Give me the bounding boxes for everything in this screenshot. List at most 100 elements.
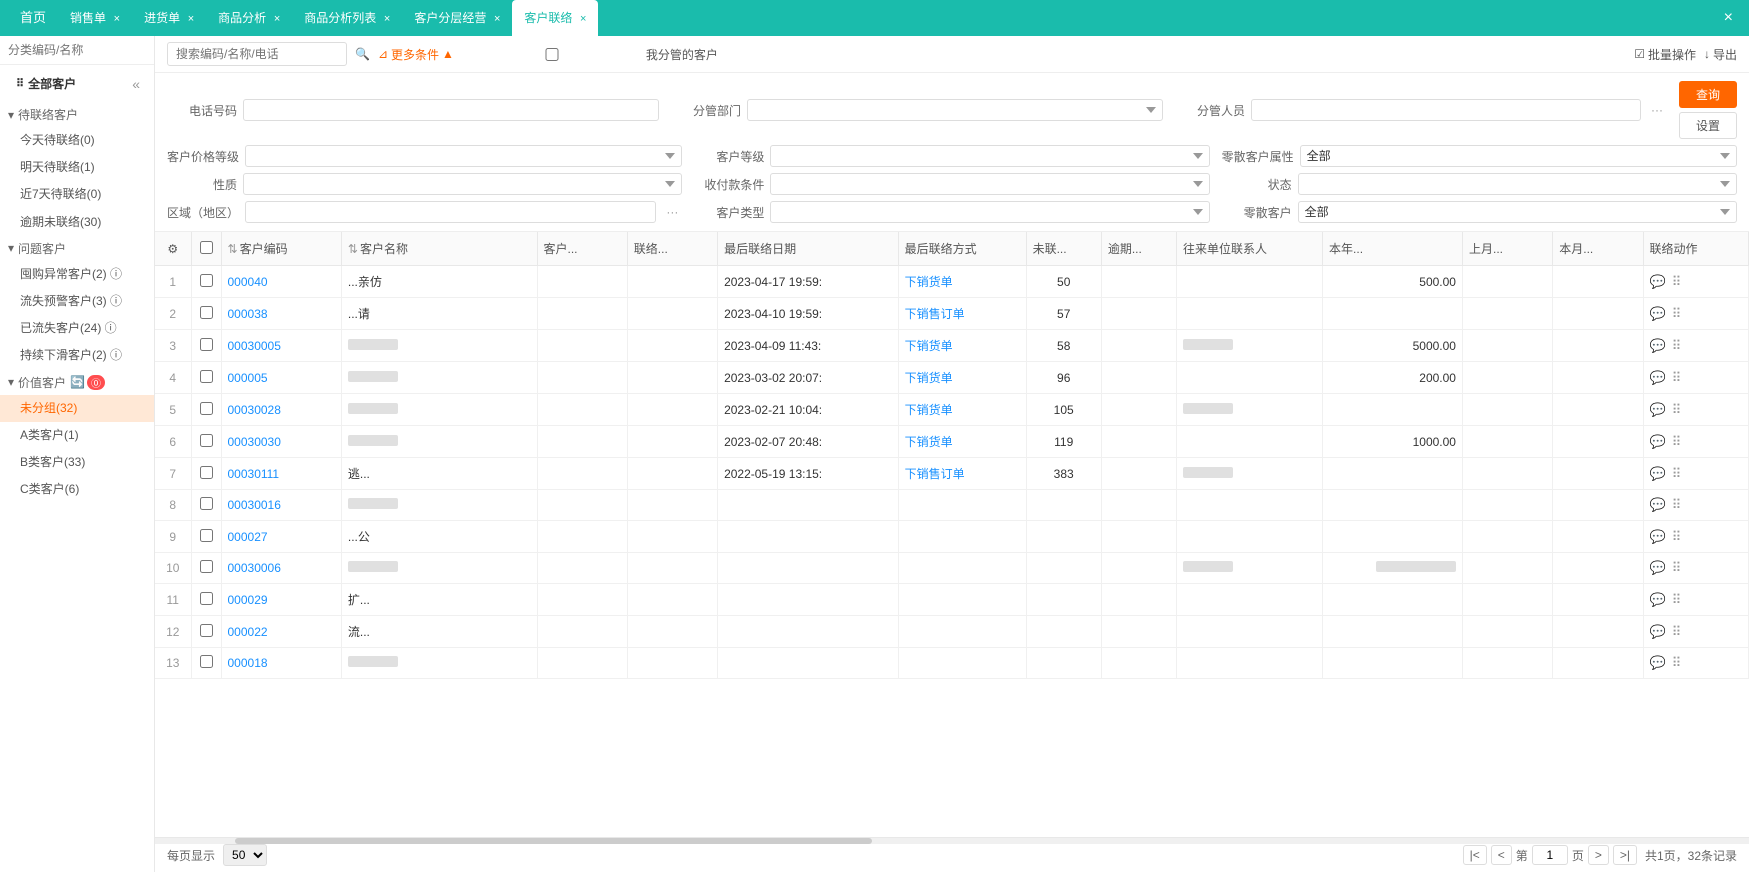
row-check[interactable] xyxy=(200,306,213,319)
customer-code-link[interactable]: 000029 xyxy=(228,593,268,607)
more-action-icon[interactable]: ⠿ xyxy=(1672,306,1682,322)
sidebar-item-churn-warning[interactable]: 流失预警客户(3) ⓘ xyxy=(0,288,154,315)
more-action-icon[interactable]: ⠿ xyxy=(1672,560,1682,576)
value-refresh-icon[interactable]: 🔄 xyxy=(70,375,85,389)
sidebar-item-b-class[interactable]: B类客户(33) xyxy=(0,449,154,476)
sidebar-item-declining[interactable]: 持续下滑客户(2) ⓘ xyxy=(0,342,154,369)
contact-action-icon[interactable]: 💬 xyxy=(1650,274,1666,290)
more-conditions-btn[interactable]: ⊿ 更多条件 ▲ xyxy=(378,46,454,63)
sidebar-item-churned[interactable]: 已流失客户(24) ⓘ xyxy=(0,315,154,342)
nav-product-analysis[interactable]: 商品分析 × xyxy=(206,0,292,36)
sidebar-item-tomorrow-pending[interactable]: 明天待联络(1) xyxy=(0,154,154,181)
customer-code-link[interactable]: 000018 xyxy=(228,656,268,670)
more-action-icon[interactable]: ⠿ xyxy=(1672,274,1682,290)
contact-action-icon[interactable]: 💬 xyxy=(1650,560,1666,576)
customer-code-link[interactable]: 00030028 xyxy=(228,403,281,417)
row-checkbox[interactable] xyxy=(191,553,221,584)
contact-action-icon[interactable]: 💬 xyxy=(1650,529,1666,545)
row-check[interactable] xyxy=(200,370,213,383)
contact-action-icon[interactable]: 💬 xyxy=(1650,624,1666,640)
sidebar-item-abnormal[interactable]: 囤购异常客户(2) ⓘ xyxy=(0,261,154,288)
row-checkbox[interactable] xyxy=(191,616,221,648)
more-action-icon[interactable]: ⠿ xyxy=(1672,370,1682,386)
customer-code-link[interactable]: 00030030 xyxy=(228,435,281,449)
sort-code-icon[interactable]: ⇅ xyxy=(228,242,238,256)
more-action-icon[interactable]: ⠿ xyxy=(1672,466,1682,482)
row-check[interactable] xyxy=(200,338,213,351)
row-check[interactable] xyxy=(200,497,213,510)
contact-action-icon[interactable]: 💬 xyxy=(1650,338,1666,354)
sidebar-item-today-pending[interactable]: 今天待联络(0) xyxy=(0,127,154,154)
row-check[interactable] xyxy=(200,592,213,605)
close-all-tabs[interactable]: × xyxy=(1716,9,1741,27)
close-purchase-tab[interactable]: × xyxy=(188,13,194,25)
row-check[interactable] xyxy=(200,274,213,287)
row-check[interactable] xyxy=(200,434,213,447)
row-check[interactable] xyxy=(200,560,213,573)
sidebar-item-a-class[interactable]: A类客户(1) xyxy=(0,422,154,449)
sidebar-item-ungroup[interactable]: 未分组(32) xyxy=(0,395,154,422)
sidebar-item-week-pending[interactable]: 近7天待联络(0) xyxy=(0,181,154,208)
row-checkbox[interactable] xyxy=(191,648,221,679)
more-action-icon[interactable]: ⠿ xyxy=(1672,497,1682,513)
phone-input[interactable] xyxy=(243,99,659,121)
sidebar-item-overdue-pending[interactable]: 逾期未联络(30) xyxy=(0,209,154,236)
sort-name-icon[interactable]: ⇅ xyxy=(348,242,358,256)
manager-more-btn[interactable]: ··· xyxy=(1647,103,1667,117)
next-page-btn[interactable]: > xyxy=(1588,845,1609,865)
last-page-btn[interactable]: >| xyxy=(1613,845,1637,865)
manager-input[interactable] xyxy=(1251,99,1641,121)
sidebar-group-problem[interactable]: ▾ 问题客户 xyxy=(0,236,154,261)
customer-code-link[interactable]: 000022 xyxy=(228,625,268,639)
batch-op-btn[interactable]: ☑ 批量操作 xyxy=(1634,46,1696,63)
nav-purchase[interactable]: 进货单 × xyxy=(132,0,206,36)
contact-action-icon[interactable]: 💬 xyxy=(1650,434,1666,450)
my-customers-checkbox[interactable]: 我分管的客户 xyxy=(462,46,718,63)
row-checkbox[interactable] xyxy=(191,426,221,458)
page-input[interactable] xyxy=(1532,845,1568,865)
sidebar-group-value[interactable]: ▾ 价值客户 🔄 ⓪ xyxy=(0,370,154,395)
status-select[interactable] xyxy=(1298,173,1737,195)
nav-sales[interactable]: 销售单 × xyxy=(58,0,132,36)
nature-select[interactable] xyxy=(243,173,682,195)
first-page-btn[interactable]: |< xyxy=(1463,845,1487,865)
last-way-link[interactable]: 下销售订单 xyxy=(905,467,965,481)
row-checkbox[interactable] xyxy=(191,298,221,330)
all-customers-item[interactable]: ⠿ 全部客户 xyxy=(8,69,84,98)
close-product-analysis-list-tab[interactable]: × xyxy=(384,13,390,25)
close-customer-tier-tab[interactable]: × xyxy=(494,13,500,25)
sidebar-search-input[interactable] xyxy=(8,43,155,57)
export-btn[interactable]: ↓ 导出 xyxy=(1704,46,1737,63)
retail-customer-select[interactable]: 全部 xyxy=(1298,201,1737,223)
dept-select[interactable] xyxy=(747,99,1163,121)
filter-search-icon[interactable]: 🔍 xyxy=(355,47,370,61)
row-checkbox[interactable] xyxy=(191,521,221,553)
prev-page-btn[interactable]: < xyxy=(1491,845,1512,865)
customer-code-link[interactable]: 000005 xyxy=(228,371,268,385)
last-way-link[interactable]: 下销货单 xyxy=(905,435,953,449)
sidebar-group-pending[interactable]: ▾ 待联络客户 xyxy=(0,102,154,127)
retail-attr-select[interactable]: 全部 xyxy=(1300,145,1737,167)
close-sales-tab[interactable]: × xyxy=(114,13,120,25)
payment-select[interactable] xyxy=(770,173,1209,195)
my-customers-check[interactable] xyxy=(462,48,642,61)
contact-action-icon[interactable]: 💬 xyxy=(1650,370,1666,386)
customer-type-select[interactable] xyxy=(770,201,1209,223)
query-btn[interactable]: 查询 xyxy=(1679,81,1737,108)
nav-home[interactable]: 首页 xyxy=(8,0,58,36)
row-checkbox[interactable] xyxy=(191,458,221,490)
row-checkbox[interactable] xyxy=(191,584,221,616)
price-level-select[interactable] xyxy=(245,145,682,167)
customer-code-link[interactable]: 00030006 xyxy=(228,561,281,575)
last-way-link[interactable]: 下销货单 xyxy=(905,275,953,289)
select-all-checkbox[interactable] xyxy=(200,241,213,254)
region-input[interactable] xyxy=(245,201,656,223)
checkbox-th[interactable] xyxy=(191,232,221,266)
more-action-icon[interactable]: ⠿ xyxy=(1672,592,1682,608)
more-action-icon[interactable]: ⠿ xyxy=(1672,624,1682,640)
more-action-icon[interactable]: ⠿ xyxy=(1672,338,1682,354)
customer-code-link[interactable]: 000038 xyxy=(228,307,268,321)
per-page-select[interactable]: 50 xyxy=(223,844,267,866)
customer-code-link[interactable]: 000027 xyxy=(228,530,268,544)
contact-action-icon[interactable]: 💬 xyxy=(1650,466,1666,482)
